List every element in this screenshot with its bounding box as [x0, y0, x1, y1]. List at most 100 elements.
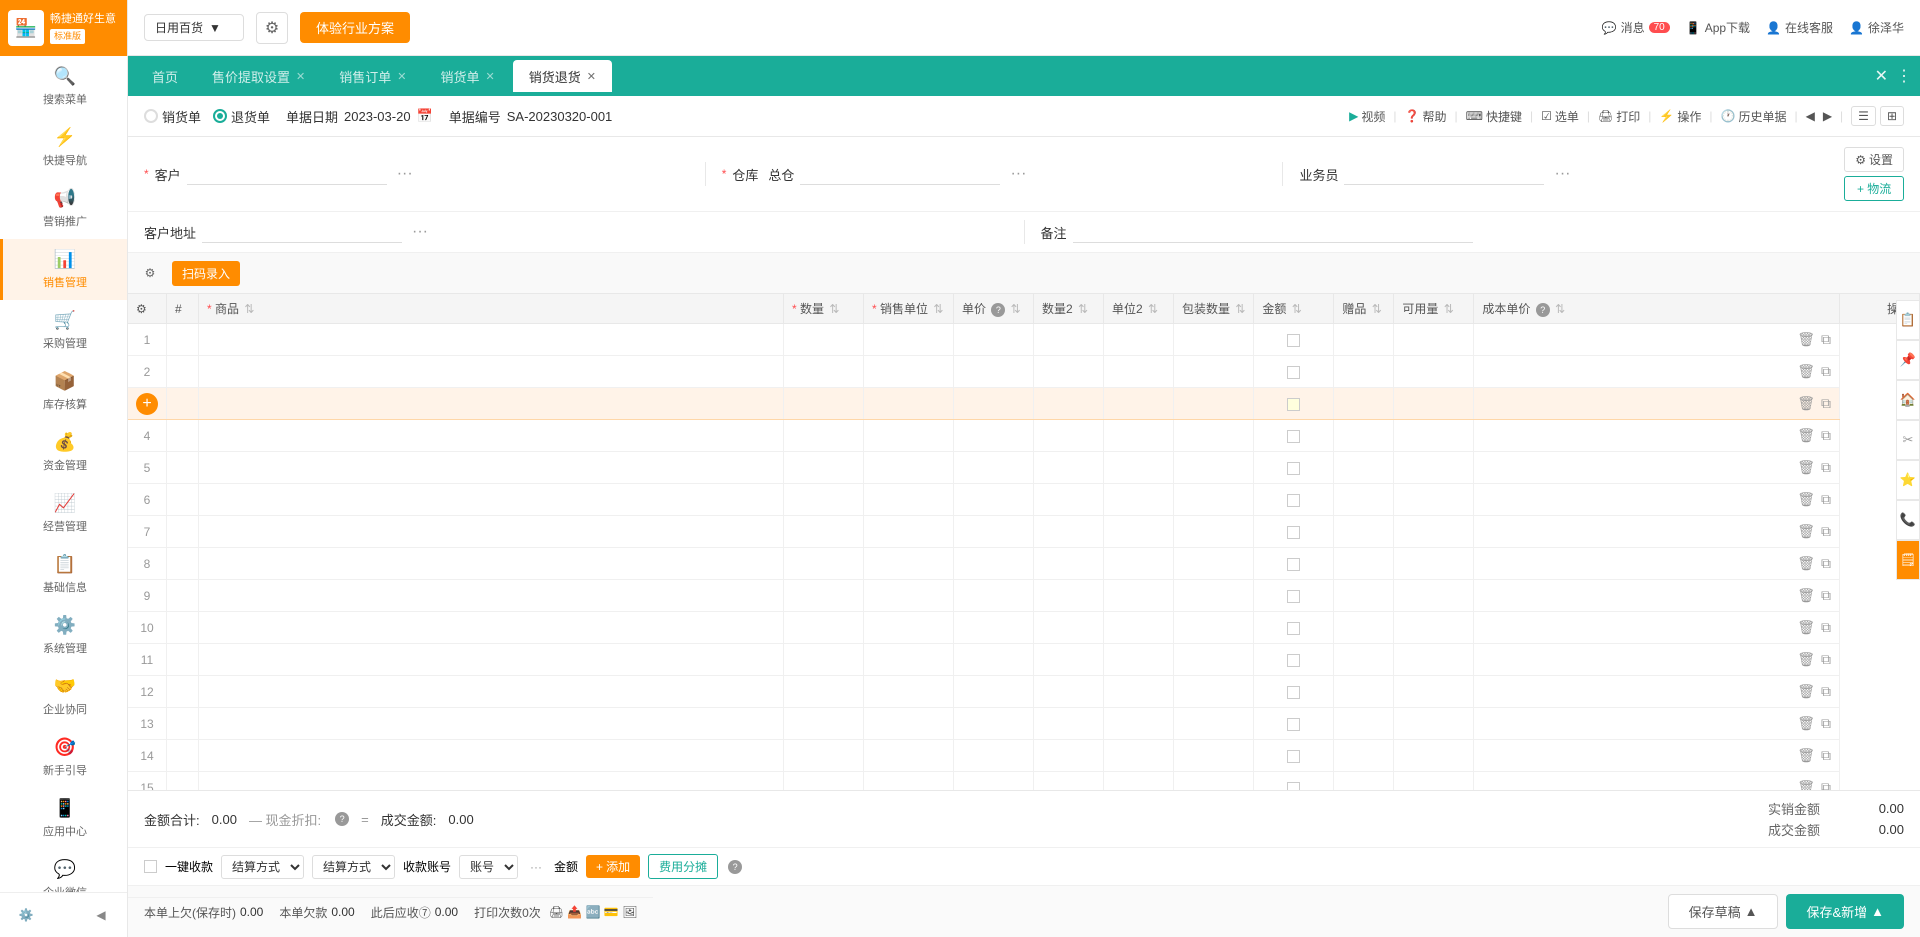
staff-search-btn[interactable]: ···: [1554, 165, 1570, 183]
cost-price-tip[interactable]: ?: [1536, 303, 1550, 317]
app-download-btn[interactable]: 📱 App下载: [1686, 19, 1750, 36]
row-3-qty[interactable]: [199, 388, 784, 420]
copy-row-1-btn[interactable]: ⧉: [1821, 331, 1831, 348]
copy-row-7-btn[interactable]: ⧉: [1821, 523, 1831, 540]
row-3-unit2[interactable]: [1033, 388, 1103, 420]
settings-gear-btn[interactable]: ⚙: [256, 12, 288, 44]
copy-row-10-btn[interactable]: ⧉: [1821, 619, 1831, 636]
industry-select[interactable]: 日用百货 ▼: [144, 14, 244, 41]
sidebar-item-marketing[interactable]: 📢 营销推广: [0, 178, 127, 239]
add-row-btn[interactable]: +: [136, 393, 158, 415]
row-2-qty2[interactable]: [953, 356, 1033, 388]
row-1-product[interactable]: [167, 324, 199, 356]
action-video[interactable]: ▶ 视频: [1349, 108, 1385, 125]
row-1-unit[interactable]: [783, 324, 863, 356]
delete-row-6-btn[interactable]: 🗑: [1797, 491, 1815, 508]
tab-sales-return[interactable]: 销货退货 ✕: [513, 60, 612, 92]
sidebar-item-system[interactable]: ⚙️ 系统管理: [0, 605, 127, 666]
delete-row-8-btn[interactable]: 🗑: [1797, 555, 1815, 572]
tab-sales-order[interactable]: 销售订单 ✕: [323, 60, 422, 92]
scan-input-btn[interactable]: 扫码录入: [172, 261, 240, 286]
row-2-cost[interactable]: [1394, 356, 1474, 388]
delete-row-13-btn[interactable]: 🗑: [1797, 715, 1815, 732]
row-3-cost[interactable]: [1394, 388, 1474, 420]
row-2-product[interactable]: [167, 356, 199, 388]
customer-search-btn[interactable]: ···: [397, 165, 413, 183]
copy-row-6-btn[interactable]: ⧉: [1821, 491, 1831, 508]
delete-row-14-btn[interactable]: 🗑: [1797, 747, 1815, 764]
logistics-btn[interactable]: + 物流: [1844, 176, 1904, 201]
note-input[interactable]: [1073, 221, 1473, 243]
sidebar-item-basic[interactable]: 📋 基础信息: [0, 544, 127, 605]
sidebar-settings-btn[interactable]: ⚙️: [8, 901, 44, 929]
calc-method-select[interactable]: 结算方式: [312, 855, 395, 879]
discount-help-icon[interactable]: ?: [335, 812, 349, 826]
delete-row-12-btn[interactable]: 🗑: [1797, 683, 1815, 700]
sidebar-item-enterprise[interactable]: 🤝 企业协同: [0, 666, 127, 727]
row-3-gift[interactable]: [1254, 388, 1334, 420]
customer-input[interactable]: [187, 163, 387, 185]
row-2-available[interactable]: [1334, 356, 1394, 388]
delete-row-2-btn[interactable]: 🗑: [1797, 363, 1815, 380]
sidebar-item-sales[interactable]: 📊 销售管理: [0, 239, 127, 300]
row-2-gift[interactable]: [1254, 356, 1334, 388]
copy-row-15-btn[interactable]: ⧉: [1821, 779, 1831, 790]
view-list-btn[interactable]: ☰: [1851, 106, 1876, 126]
row-3-amount[interactable]: [1173, 388, 1253, 420]
action-operation[interactable]: ⚡ 操作: [1659, 108, 1701, 125]
action-select[interactable]: ☑ 选单: [1541, 108, 1579, 125]
delete-row-1-btn[interactable]: 🗑: [1797, 331, 1815, 348]
row-3-pack[interactable]: [1103, 388, 1173, 420]
row-2-unit[interactable]: [783, 356, 863, 388]
copy-row-2-btn[interactable]: ⧉: [1821, 363, 1831, 380]
action-help[interactable]: ❓ 帮助: [1405, 108, 1447, 125]
sidebar-item-purchase[interactable]: 🛒 采购管理: [0, 300, 127, 361]
tab-sales-delivery[interactable]: 销货单 ✕: [424, 60, 510, 92]
row-1-qty[interactable]: [199, 324, 784, 356]
copy-row-9-btn[interactable]: ⧉: [1821, 587, 1831, 604]
address-input[interactable]: [202, 221, 402, 243]
copy-row-12-btn[interactable]: ⧉: [1821, 683, 1831, 700]
row-1-qty2[interactable]: [953, 324, 1033, 356]
row-2-unit2[interactable]: [1033, 356, 1103, 388]
sidebar-item-apps[interactable]: 📱 应用中心: [0, 788, 127, 849]
tab-home[interactable]: 首页: [136, 60, 194, 92]
row-3-price[interactable]: [863, 388, 953, 420]
copy-row-5-btn[interactable]: ⧉: [1821, 459, 1831, 476]
account-select[interactable]: 账号: [459, 855, 518, 879]
warehouse-input[interactable]: [800, 163, 1000, 185]
action-next[interactable]: ▶: [1823, 109, 1832, 123]
amount-sort-icon[interactable]: ⇅: [1292, 302, 1302, 316]
save-draft-btn[interactable]: 保存草稿 ▲: [1668, 894, 1779, 929]
row-1-gift[interactable]: [1254, 324, 1334, 356]
row-1-available[interactable]: [1334, 324, 1394, 356]
add-payment-btn[interactable]: + 添加: [586, 855, 640, 878]
row-1-unit2[interactable]: [1033, 324, 1103, 356]
sidebar-item-operations[interactable]: 📈 经营管理: [0, 483, 127, 544]
tab-close-price-setting[interactable]: ✕: [296, 70, 305, 83]
tab-close-sales-return[interactable]: ✕: [587, 70, 596, 83]
pack-qty-sort-icon[interactable]: ⇅: [1235, 302, 1245, 316]
unit-price-tip[interactable]: ?: [991, 303, 1005, 317]
row-3-product-input[interactable]: [175, 397, 190, 411]
float-btn-active[interactable]: 🗒: [1896, 540, 1920, 580]
trial-btn[interactable]: 体验行业方案: [300, 12, 410, 43]
sidebar-item-guide[interactable]: 🎯 新手引导: [0, 727, 127, 788]
available-sort-icon[interactable]: ⇅: [1444, 302, 1454, 316]
gift-sort-icon[interactable]: ⇅: [1372, 302, 1382, 316]
copy-row-14-btn[interactable]: ⧉: [1821, 747, 1831, 764]
cost-price-sort-icon[interactable]: ⇅: [1555, 302, 1565, 316]
settings-btn[interactable]: ⚙ 设置: [1844, 147, 1904, 172]
delete-row-11-btn[interactable]: 🗑: [1797, 651, 1815, 668]
row-2-qty[interactable]: [199, 356, 784, 388]
row-1-price[interactable]: [863, 324, 953, 356]
radio-return[interactable]: 退货单: [213, 107, 270, 126]
delete-row-10-btn[interactable]: 🗑: [1797, 619, 1815, 636]
qty2-sort-icon[interactable]: ⇅: [1078, 302, 1088, 316]
sidebar-item-finance[interactable]: 💰 资金管理: [0, 422, 127, 483]
copy-row-13-btn[interactable]: ⧉: [1821, 715, 1831, 732]
tab-menu-btn[interactable]: ⋮: [1896, 66, 1912, 86]
action-history[interactable]: 🕐 历史单据: [1720, 108, 1786, 125]
delete-row-15-btn[interactable]: 🗑: [1797, 779, 1815, 790]
row-2-price[interactable]: [863, 356, 953, 388]
